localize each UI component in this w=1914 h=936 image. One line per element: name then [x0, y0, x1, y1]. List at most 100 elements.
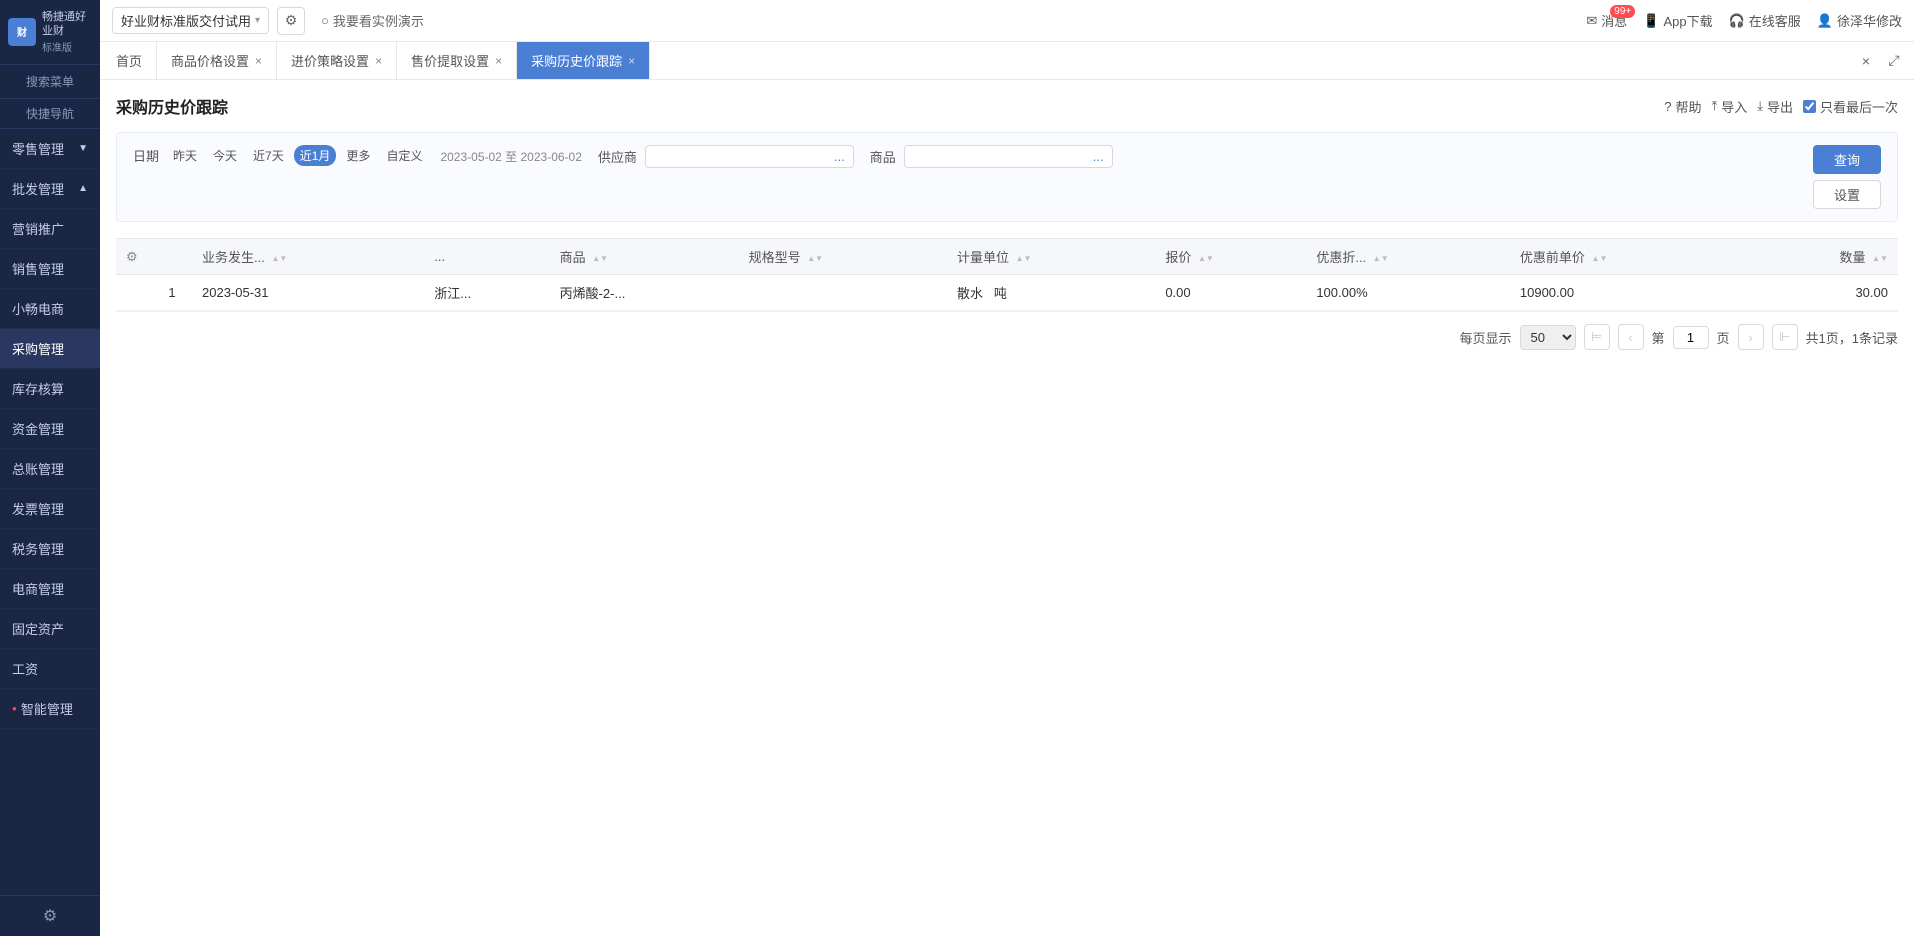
date-opt-yesterday[interactable]: 昨天 — [167, 145, 203, 166]
sidebar-item-purchase[interactable]: 采购管理 — [0, 329, 100, 369]
help-button[interactable]: ? 帮助 — [1664, 97, 1701, 116]
page-input[interactable] — [1673, 326, 1709, 349]
first-page-button[interactable]: ⊨ — [1584, 324, 1610, 350]
topbar-online-service[interactable]: 🎧 在线客服 — [1729, 11, 1801, 30]
sidebar-item-ledger[interactable]: 总账管理 — [0, 449, 100, 489]
demo-label: 我要看实例演示 — [333, 11, 424, 30]
filter-settings-button[interactable]: 设置 — [1813, 180, 1881, 209]
sidebar-item-wholesale[interactable]: 批发管理 ▲ — [0, 169, 100, 209]
sidebar-item-sales[interactable]: 销售管理 — [0, 249, 100, 289]
unit-sort-icon[interactable]: ▲▼ — [1016, 254, 1032, 263]
sidebar-item-label: 智能管理 — [21, 699, 73, 718]
spec-sort-icon[interactable]: ▲▼ — [807, 254, 823, 263]
col-price[interactable]: 报价 ▲▼ — [1155, 239, 1306, 275]
sidebar-item-label: 小畅电商 — [12, 299, 64, 318]
last-page-button[interactable]: ⊩ — [1772, 324, 1798, 350]
online-service-label: 在线客服 — [1749, 11, 1801, 30]
total-label: 共1页，1条记录 — [1806, 328, 1898, 347]
prev-page-button[interactable]: ‹ — [1618, 324, 1644, 350]
col-spec[interactable]: 规格型号 ▲▼ — [739, 239, 947, 275]
col-price-label: 报价 — [1165, 250, 1191, 265]
sidebar-item-smart[interactable]: ● 智能管理 — [0, 689, 100, 729]
tab-sell-close[interactable]: × — [495, 54, 502, 68]
discount-sort-icon[interactable]: ▲▼ — [1373, 254, 1389, 263]
topbar-right: ✉ 消息 99+ 📱 App下载 🎧 在线客服 👤 徐泽华修改 — [1586, 11, 1902, 30]
next-page-button[interactable]: › — [1738, 324, 1764, 350]
query-button[interactable]: 查询 — [1813, 145, 1881, 174]
only-last-checkbox[interactable] — [1803, 100, 1816, 113]
topbar-app-download[interactable]: 📱 App下载 — [1643, 11, 1712, 30]
filter-actions: 查询 设置 — [1813, 145, 1881, 209]
sidebar-item-search[interactable]: 搜索菜单 — [0, 65, 100, 99]
logo-text: 畅捷通好业财 — [42, 10, 92, 39]
tab-close-button[interactable]: × — [1854, 49, 1878, 73]
col-discount[interactable]: 优惠折... ▲▼ — [1306, 239, 1510, 275]
col-qty[interactable]: 数量 ▲▼ — [1747, 239, 1898, 275]
column-settings-icon[interactable]: ⚙ — [126, 249, 138, 264]
col-settings[interactable]: ⚙ — [116, 239, 152, 275]
row-num-cell: 1 — [152, 275, 192, 311]
sidebar-item-label: 零售管理 — [12, 139, 64, 158]
qty-sort-icon[interactable]: ▲▼ — [1872, 254, 1888, 263]
goods-dots[interactable]: ... — [1093, 149, 1104, 164]
date-opt-7days[interactable]: 近7天 — [247, 145, 290, 166]
page-inner: 采购历史价跟踪 ? 帮助 ⤒ 导入 ⤓ 导出 — [100, 80, 1914, 936]
sidebar-item-ecommerce[interactable]: 电商管理 — [0, 569, 100, 609]
sidebar-item-ecommerce-small[interactable]: 小畅电商 — [0, 289, 100, 329]
topbar-settings-button[interactable]: ⚙ — [277, 7, 305, 35]
sidebar-item-assets[interactable]: 固定资产 — [0, 609, 100, 649]
topbar-user[interactable]: 👤 徐泽华修改 — [1817, 11, 1902, 30]
per-page-select[interactable]: 50 10 20 100 — [1520, 325, 1576, 350]
page-actions: ? 帮助 ⤒ 导入 ⤓ 导出 只看最后一次 — [1664, 97, 1898, 116]
date-opt-1month[interactable]: 近1月 — [294, 145, 337, 166]
tab-price-close[interactable]: × — [255, 54, 262, 68]
import-icon: ⤒ — [1711, 98, 1717, 114]
date-opt-more[interactable]: 更多 — [340, 145, 376, 166]
ori-price-sort-icon[interactable]: ▲▼ — [1592, 254, 1608, 263]
date-sort-icon[interactable]: ▲▼ — [271, 254, 287, 263]
date-range: 2023-05-02 至 2023-06-02 — [440, 148, 581, 165]
topbar-demo[interactable]: ○ 我要看实例演示 — [321, 11, 424, 30]
date-options: 昨天 今天 近7天 近1月 更多 自定义 — [167, 145, 428, 166]
sidebar-item-quicknav[interactable]: 快捷导航 — [0, 99, 100, 129]
sidebar-item-label: 税务管理 — [12, 539, 64, 558]
col-ori-price[interactable]: 优惠前单价 ▲▼ — [1510, 239, 1747, 275]
sidebar-item-invoice[interactable]: 发票管理 — [0, 489, 100, 529]
goods-input[interactable] — [913, 149, 1089, 164]
sidebar-item-label: 发票管理 — [12, 499, 64, 518]
sidebar-item-retail[interactable]: 零售管理 ▼ — [0, 129, 100, 169]
sidebar-item-label: 固定资产 — [12, 619, 64, 638]
sidebar-item-label: 销售管理 — [12, 259, 64, 278]
row-unit-sub: 吨 — [994, 286, 1007, 301]
sidebar-item-finance[interactable]: 资金管理 — [0, 409, 100, 449]
sidebar-item-salary[interactable]: 工资 — [0, 649, 100, 689]
date-opt-custom[interactable]: 自定义 — [380, 145, 428, 166]
sidebar-item-marketing[interactable]: 营销推广 — [0, 209, 100, 249]
tab-home[interactable]: 首页 — [100, 42, 157, 79]
topbar-message[interactable]: ✉ 消息 99+ — [1586, 11, 1627, 30]
import-button[interactable]: ⤒ 导入 — [1711, 97, 1747, 116]
col-unit[interactable]: 计量单位 ▲▼ — [947, 239, 1155, 275]
col-goods[interactable]: 商品 ▲▼ — [550, 239, 739, 275]
tab-history-close[interactable]: × — [628, 54, 635, 68]
tab-expand-button[interactable]: ⤢ — [1882, 49, 1906, 73]
tab-strategy[interactable]: 进价策略设置 × — [277, 42, 397, 79]
sidebar-settings-icon[interactable]: ⚙ — [43, 906, 57, 926]
supplier-dots[interactable]: ... — [834, 149, 845, 164]
per-page-label: 每页显示 — [1459, 328, 1511, 347]
tab-price[interactable]: 商品价格设置 × — [157, 42, 277, 79]
export-button[interactable]: ⤓ 导出 — [1757, 97, 1793, 116]
goods-sort-icon[interactable]: ▲▼ — [592, 254, 608, 263]
topbar: 好业财标准版交付试用 ▾ ⚙ ○ 我要看实例演示 ✉ 消息 99+ 📱 App下… — [100, 0, 1914, 42]
col-dots[interactable]: ... — [424, 239, 549, 275]
tab-strategy-close[interactable]: × — [375, 54, 382, 68]
tab-sell[interactable]: 售价提取设置 × — [397, 42, 517, 79]
sidebar-item-stock[interactable]: 库存核算 — [0, 369, 100, 409]
supplier-input[interactable] — [654, 149, 830, 164]
version-selector[interactable]: 好业财标准版交付试用 ▾ — [112, 7, 269, 34]
price-sort-icon[interactable]: ▲▼ — [1198, 254, 1214, 263]
sidebar-item-tax[interactable]: 税务管理 — [0, 529, 100, 569]
col-date[interactable]: 业务发生... ▲▼ — [192, 239, 424, 275]
date-opt-today[interactable]: 今天 — [207, 145, 243, 166]
tab-history[interactable]: 采购历史价跟踪 × — [517, 42, 650, 79]
